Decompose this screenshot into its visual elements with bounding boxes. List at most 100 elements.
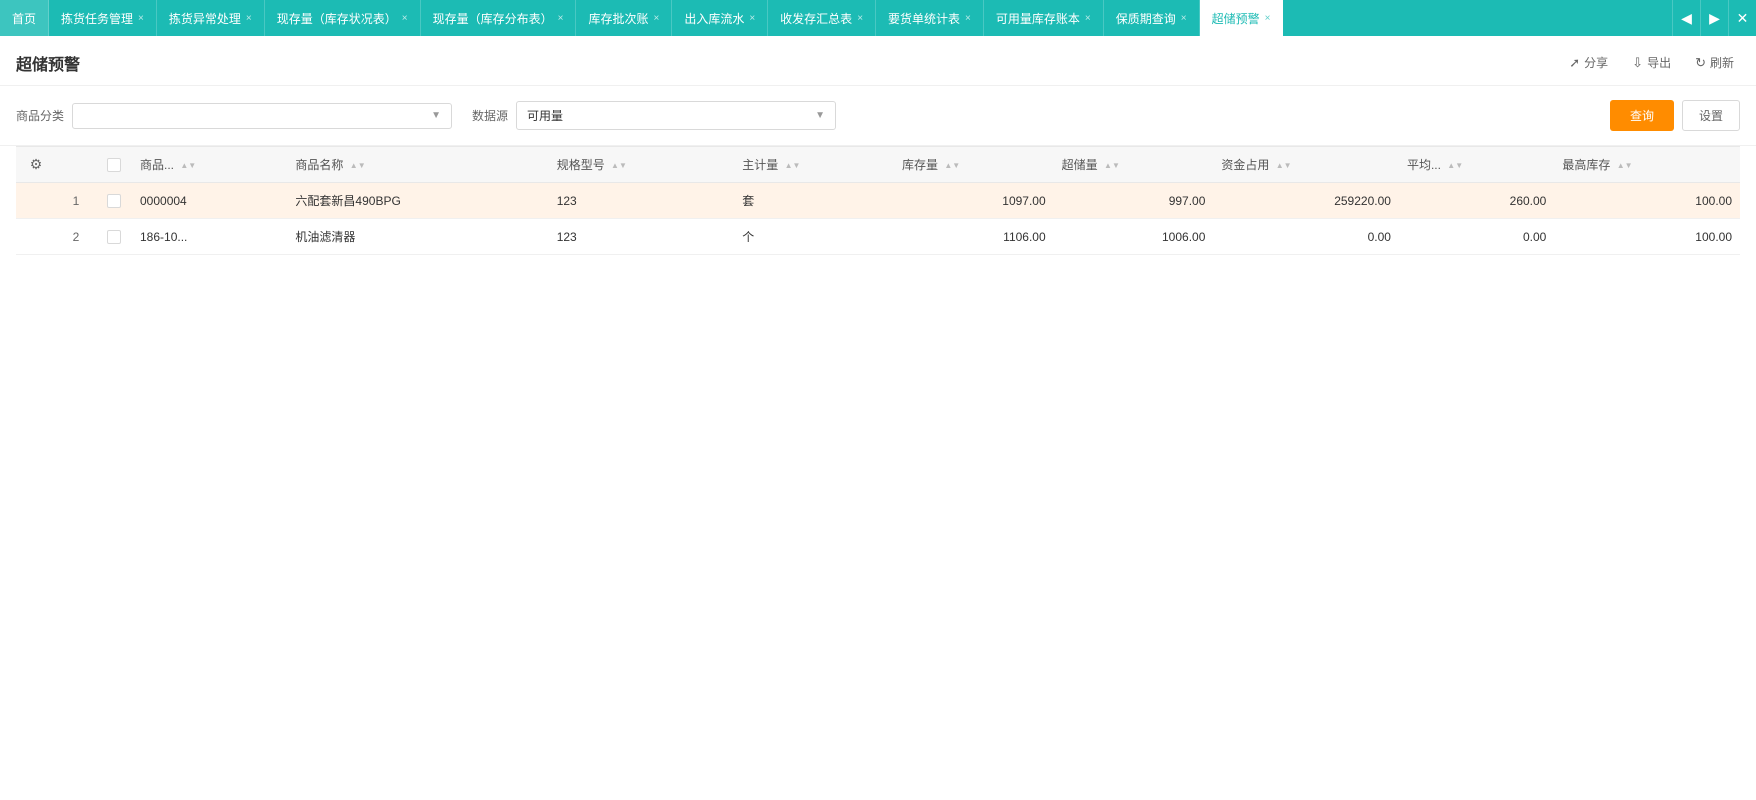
nav-item-close-icon[interactable]: × [653,13,659,24]
row-settings-cell [16,219,56,255]
nav-item-[interactable]: 首页 [0,0,49,36]
nav-item-close-icon[interactable]: × [138,13,144,24]
top-navigation: 首页拣货任务管理×拣货异常处理×现存量（库存状况表）×现存量（库存分布表）×库存… [0,0,1756,36]
th-avg: 平均... ▲▼ [1399,147,1554,183]
sort-icon-stock[interactable]: ▲▼ [944,162,960,170]
nav-item-close-icon[interactable]: × [965,13,971,24]
page-title: 超储预警 [16,51,80,75]
row-avg: 260.00 [1399,183,1554,219]
datasource-chevron-icon: ▼ [815,110,825,121]
nav-item-close-icon[interactable]: × [857,13,863,24]
filter-area: 商品分类 ▼ 数据源 可用量 ▼ 查询 设置 [0,86,1756,145]
nav-arrows: ◀ ▶ ✕ [1672,0,1756,36]
export-icon: ⇩ [1632,55,1643,71]
row-unit: 个 [734,219,894,255]
sort-icon-avg[interactable]: ▲▼ [1447,162,1463,170]
datasource-filter: 数据源 可用量 ▼ [472,101,836,130]
nav-item-close-icon[interactable]: × [1181,13,1187,24]
category-chevron-icon: ▼ [431,110,441,121]
row-capital: 0.00 [1213,219,1399,255]
nav-item-[interactable]: 可用量库存账本 × [984,0,1104,36]
nav-item-label: 可用量库存账本 [996,10,1080,27]
th-overstock: 超储量 ▲▼ [1054,147,1214,183]
table-settings-icon[interactable]: ⚙ [30,156,43,172]
nav-item-label: 现存量（库存分布表） [433,10,553,27]
row-overstock: 1006.00 [1054,219,1214,255]
nav-prev-button[interactable]: ◀ [1672,0,1700,36]
sort-icon-product-code[interactable]: ▲▼ [180,162,196,170]
row-stock: 1106.00 [894,219,1054,255]
datasource-select[interactable]: 可用量 ▼ [516,101,836,130]
page-header: 超储预警 ➚ 分享 ⇩ 导出 ↻ 刷新 [0,36,1756,86]
row-spec: 123 [549,219,735,255]
sort-icon-product-name[interactable]: ▲▼ [350,162,366,170]
data-table: ⚙ 商品... ▲▼ 商品名称 ▲▼ 规格型号 [16,146,1740,255]
select-all-checkbox[interactable] [107,158,121,172]
header-actions: ➚ 分享 ⇩ 导出 ↻ 刷新 [1563,50,1740,75]
nav-item-[interactable]: 保质期查询× [1104,0,1200,36]
nav-item-close-icon[interactable]: × [402,13,408,24]
share-button[interactable]: ➚ 分享 [1563,50,1614,75]
query-button[interactable]: 查询 [1610,100,1674,131]
th-unit: 主计量 ▲▼ [734,147,894,183]
th-product-name: 商品名称 ▲▼ [287,147,548,183]
row-checkbox[interactable] [107,230,121,244]
row-index: 2 [56,219,96,255]
table-header: ⚙ 商品... ▲▼ 商品名称 ▲▼ 规格型号 [16,147,1740,183]
row-avg: 0.00 [1399,219,1554,255]
sort-icon-max-stock[interactable]: ▲▼ [1617,162,1633,170]
nav-item-close-icon[interactable]: × [1265,13,1271,24]
sort-icon-unit[interactable]: ▲▼ [785,162,801,170]
refresh-button[interactable]: ↻ 刷新 [1689,50,1740,75]
nav-item-[interactable]: 超储预警 × [1200,0,1284,36]
nav-item-close-icon[interactable]: × [1085,13,1091,24]
th-checkbox [96,147,132,183]
th-stock: 库存量 ▲▼ [894,147,1054,183]
th-settings: ⚙ [16,147,56,183]
nav-item-close-icon[interactable]: × [558,13,564,24]
sort-icon-overstock[interactable]: ▲▼ [1104,162,1120,170]
category-label: 商品分类 [16,107,64,124]
export-button[interactable]: ⇩ 导出 [1626,50,1677,75]
sort-icon-spec[interactable]: ▲▼ [611,162,627,170]
nav-item-label: 出入库流水 [684,10,744,27]
datasource-value: 可用量 [527,107,563,124]
sort-icon-capital[interactable]: ▲▼ [1276,162,1292,170]
row-capital: 259220.00 [1213,183,1399,219]
th-capital: 资金占用 ▲▼ [1213,147,1399,183]
row-checkbox[interactable] [107,194,121,208]
datasource-label: 数据源 [472,107,508,124]
nav-close-all-button[interactable]: ✕ [1728,0,1756,36]
nav-item-close-icon[interactable]: × [246,13,252,24]
row-checkbox-cell [96,219,132,255]
table-row: 2 186-10... 机油滤清器 123 个 1106.00 1006.00 … [16,219,1740,255]
nav-item-close-icon[interactable]: × [749,13,755,24]
category-select[interactable]: ▼ [72,103,452,129]
nav-item-[interactable]: 出入库流水 × [672,0,768,36]
nav-item-[interactable]: 要货单统计表× [876,0,984,36]
row-max-stock: 100.00 [1554,219,1740,255]
table-body: 1 0000004 六配套新昌490BPG 123 套 1097.00 997.… [16,183,1740,255]
nav-item-[interactable]: 现存量（库存分布表） × [421,0,577,36]
nav-item-label: 超储预警 [1212,10,1260,27]
nav-item-[interactable]: 拣货异常处理× [157,0,265,36]
nav-item-[interactable]: 库存批次账× [576,0,672,36]
th-index [56,147,96,183]
nav-item-[interactable]: 现存量（库存状况表）× [265,0,421,36]
row-stock: 1097.00 [894,183,1054,219]
row-product-code: 186-10... [132,219,287,255]
category-filter: 商品分类 ▼ [16,103,452,129]
row-checkbox-cell [96,183,132,219]
settings-button[interactable]: 设置 [1682,100,1740,131]
nav-item-label: 首页 [12,10,36,27]
category-value [83,109,86,123]
row-unit: 套 [734,183,894,219]
row-product-code: 0000004 [132,183,287,219]
nav-item-label: 收发存汇总表 [780,10,852,27]
refresh-icon: ↻ [1695,55,1706,71]
nav-next-button[interactable]: ▶ [1700,0,1728,36]
row-overstock: 997.00 [1054,183,1214,219]
share-icon: ➚ [1569,55,1580,71]
nav-item-[interactable]: 拣货任务管理× [49,0,157,36]
nav-item-[interactable]: 收发存汇总表 × [768,0,876,36]
